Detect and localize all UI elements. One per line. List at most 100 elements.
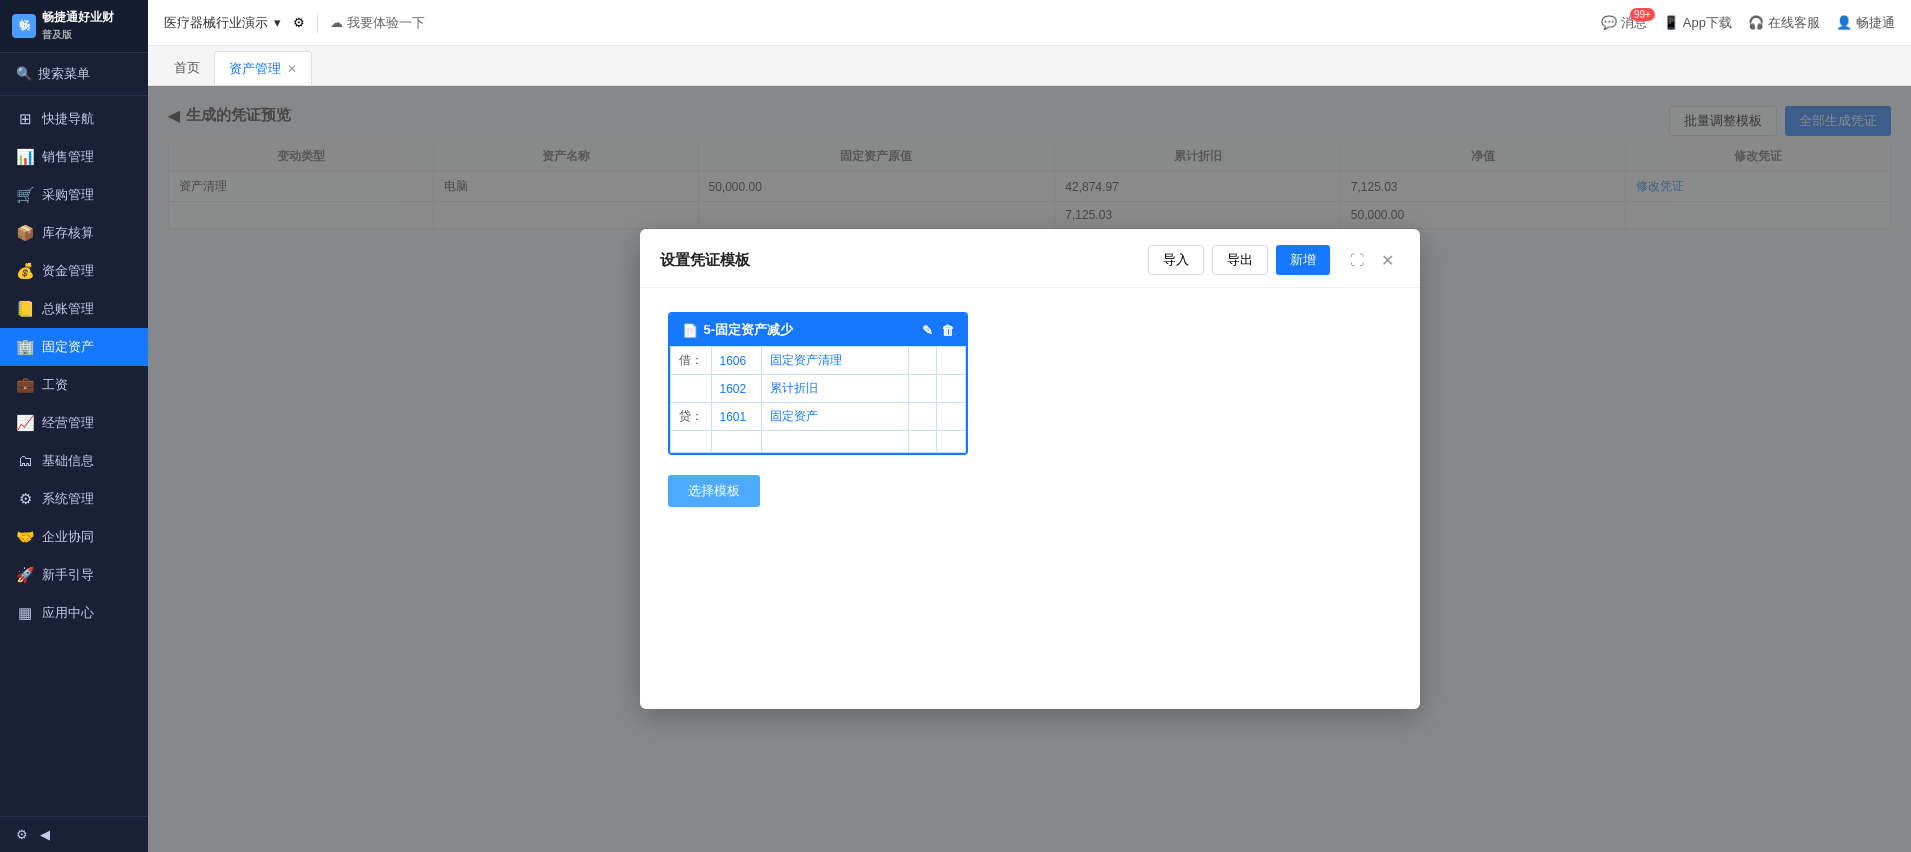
sidebar-item-inventory[interactable]: 📦 库存核算 bbox=[0, 214, 148, 252]
sidebar-item-payroll[interactable]: 💼 工资 bbox=[0, 366, 148, 404]
entry-name: 固定资产清理 bbox=[761, 347, 909, 375]
sidebar-item-label: 新手引导 bbox=[42, 566, 94, 584]
sidebar-nav: ⊞ 快捷导航 📊 销售管理 🛒 采购管理 📦 库存核算 💰 资金管理 📒 总账管… bbox=[0, 96, 148, 816]
sidebar-item-system[interactable]: ⚙ 系统管理 bbox=[0, 480, 148, 518]
download-icon: 📱 bbox=[1663, 15, 1679, 30]
sidebar-item-label: 工资 bbox=[42, 376, 68, 394]
sidebar-item-label: 总账管理 bbox=[42, 300, 94, 318]
sidebar-item-fixed-assets[interactable]: 🏢 固定资产 bbox=[0, 328, 148, 366]
tab-home[interactable]: 首页 bbox=[160, 51, 214, 85]
sidebar-item-label: 采购管理 bbox=[42, 186, 94, 204]
settings-gear-icon[interactable]: ⚙ bbox=[293, 15, 305, 30]
sidebar-logo: 畅 畅捷通好业财 普及版 bbox=[0, 0, 148, 53]
close-icon[interactable]: ✕ bbox=[1376, 248, 1400, 272]
dialog-title: 设置凭证模板 bbox=[660, 251, 750, 270]
logo-icon: 畅 bbox=[12, 14, 36, 38]
tab-close-icon[interactable]: ✕ bbox=[287, 62, 297, 76]
entry-debit bbox=[909, 347, 937, 375]
dialog-top-actions: 导入 导出 新增 bbox=[1148, 245, 1330, 275]
template-card-header: 📄 5-固定资产减少 ✎ 🗑 bbox=[670, 314, 966, 346]
sidebar-item-quick-nav[interactable]: ⊞ 快捷导航 bbox=[0, 100, 148, 138]
topbar-right: 💬 消息 99+ 📱 App下载 🎧 在线客服 👤 畅捷通 bbox=[1601, 14, 1895, 32]
tab-home-label: 首页 bbox=[174, 59, 200, 77]
user-avatar[interactable]: 👤 畅捷通 bbox=[1836, 14, 1895, 32]
guide-icon: 🚀 bbox=[16, 566, 34, 584]
sidebar-item-operations[interactable]: 📈 经营管理 bbox=[0, 404, 148, 442]
entry-name: 固定资产 bbox=[761, 403, 909, 431]
sidebar-item-label: 库存核算 bbox=[42, 224, 94, 242]
cloud-experience[interactable]: ☁ 我要体验一下 bbox=[330, 14, 425, 32]
import-button[interactable]: 导入 bbox=[1148, 245, 1204, 275]
content-area: ◀ 生成的凭证预览 批量调整模板 全部生成凭证 变动类型 资产名称 固定资产原值… bbox=[148, 86, 1911, 852]
search-icon: 🔍 bbox=[16, 66, 32, 81]
template-file-icon: 📄 bbox=[682, 323, 698, 338]
payroll-icon: 💼 bbox=[16, 376, 34, 394]
modal-overlay: 设置凭证模板 导入 导出 新增 ⛶ ✕ bbox=[148, 86, 1911, 852]
sidebar-item-enterprise[interactable]: 🤝 企业协同 bbox=[0, 518, 148, 556]
entry-code: 1601 bbox=[711, 403, 761, 431]
user-label: 畅捷通 bbox=[1856, 14, 1895, 32]
dialog-body: 📄 5-固定资产减少 ✎ 🗑 借： bbox=[640, 288, 1420, 709]
company-name: 医疗器械行业演示 bbox=[164, 14, 268, 32]
template-empty-row bbox=[670, 431, 965, 453]
entry-code: 1602 bbox=[711, 375, 761, 403]
online-service-label: 在线客服 bbox=[1768, 14, 1820, 32]
app-name: 畅捷通好业财 bbox=[42, 10, 114, 26]
inventory-icon: 📦 bbox=[16, 224, 34, 242]
tab-asset-management[interactable]: 资产管理 ✕ bbox=[214, 51, 312, 85]
sidebar-item-label: 销售管理 bbox=[42, 148, 94, 166]
template-delete-icon[interactable]: 🗑 bbox=[941, 323, 954, 338]
finance-icon: 💰 bbox=[16, 262, 34, 280]
export-button[interactable]: 导出 bbox=[1212, 245, 1268, 275]
online-service-button[interactable]: 🎧 在线客服 bbox=[1748, 14, 1820, 32]
entry-direction bbox=[670, 375, 711, 403]
system-icon: ⚙ bbox=[16, 490, 34, 508]
sidebar-item-basic-info[interactable]: 🗂 基础信息 bbox=[0, 442, 148, 480]
search-menu-label: 搜索菜单 bbox=[38, 65, 90, 83]
sidebar-search-section: 🔍 搜索菜单 bbox=[0, 53, 148, 96]
template-entry-row: 1602 累计折旧 bbox=[670, 375, 965, 403]
app-center-icon: ▦ bbox=[16, 604, 34, 622]
dialog-set-template: 设置凭证模板 导入 导出 新增 ⛶ ✕ bbox=[640, 229, 1420, 709]
sidebar-item-label: 基础信息 bbox=[42, 452, 94, 470]
sidebar: 畅 畅捷通好业财 普及版 🔍 搜索菜单 ⊞ 快捷导航 📊 销售管理 🛒 采购管理… bbox=[0, 0, 148, 852]
sidebar-item-app-center[interactable]: ▦ 应用中心 bbox=[0, 594, 148, 632]
user-icon: 👤 bbox=[1836, 15, 1852, 30]
search-menu-button[interactable]: 🔍 搜索菜单 bbox=[10, 61, 138, 87]
sidebar-item-sales[interactable]: 📊 销售管理 bbox=[0, 138, 148, 176]
entry-debit bbox=[909, 403, 937, 431]
template-card: 📄 5-固定资产减少 ✎ 🗑 借： bbox=[668, 312, 968, 455]
tabbar: 首页 资产管理 ✕ bbox=[148, 46, 1911, 86]
sidebar-item-label: 应用中心 bbox=[42, 604, 94, 622]
topbar-divider bbox=[317, 13, 318, 33]
sidebar-item-label: 企业协同 bbox=[42, 528, 94, 546]
service-icon: 🎧 bbox=[1748, 15, 1764, 30]
sidebar-item-label: 经营管理 bbox=[42, 414, 94, 432]
entry-credit bbox=[937, 375, 965, 403]
template-entries-table: 借： 1606 固定资产清理 1602 累计折旧 bbox=[670, 346, 966, 453]
sales-icon: 📊 bbox=[16, 148, 34, 166]
main-area: 医疗器械行业演示 ▾ ⚙ ☁ 我要体验一下 💬 消息 99+ 📱 App下载 🎧… bbox=[148, 0, 1911, 852]
settings-icon[interactable]: ⚙ bbox=[16, 827, 28, 842]
topbar: 医疗器械行业演示 ▾ ⚙ ☁ 我要体验一下 💬 消息 99+ 📱 App下载 🎧… bbox=[148, 0, 1911, 46]
messages-button[interactable]: 💬 消息 99+ bbox=[1601, 14, 1647, 32]
entry-debit bbox=[909, 375, 937, 403]
sidebar-item-label: 快捷导航 bbox=[42, 110, 94, 128]
template-edit-icon[interactable]: ✎ bbox=[922, 323, 933, 338]
sidebar-item-guide[interactable]: 🚀 新手引导 bbox=[0, 556, 148, 594]
company-selector[interactable]: 医疗器械行业演示 ▾ bbox=[164, 14, 281, 32]
messages-badge: 99+ bbox=[1630, 8, 1655, 21]
enterprise-icon: 🤝 bbox=[16, 528, 34, 546]
sidebar-item-finance[interactable]: 💰 资金管理 bbox=[0, 252, 148, 290]
new-template-button[interactable]: 新增 bbox=[1276, 245, 1330, 275]
chevron-down-icon: ▾ bbox=[274, 15, 281, 30]
app-download-button[interactable]: 📱 App下载 bbox=[1663, 14, 1732, 32]
sidebar-item-ledger[interactable]: 📒 总账管理 bbox=[0, 290, 148, 328]
template-entry-row: 借： 1606 固定资产清理 bbox=[670, 347, 965, 375]
tab-asset-label: 资产管理 bbox=[229, 60, 281, 78]
sidebar-item-label: 系统管理 bbox=[42, 490, 94, 508]
sidebar-item-purchase[interactable]: 🛒 采购管理 bbox=[0, 176, 148, 214]
collapse-icon[interactable]: ◀ bbox=[40, 827, 50, 842]
select-template-button[interactable]: 选择模板 bbox=[668, 475, 760, 507]
resize-icon[interactable]: ⛶ bbox=[1350, 252, 1364, 268]
